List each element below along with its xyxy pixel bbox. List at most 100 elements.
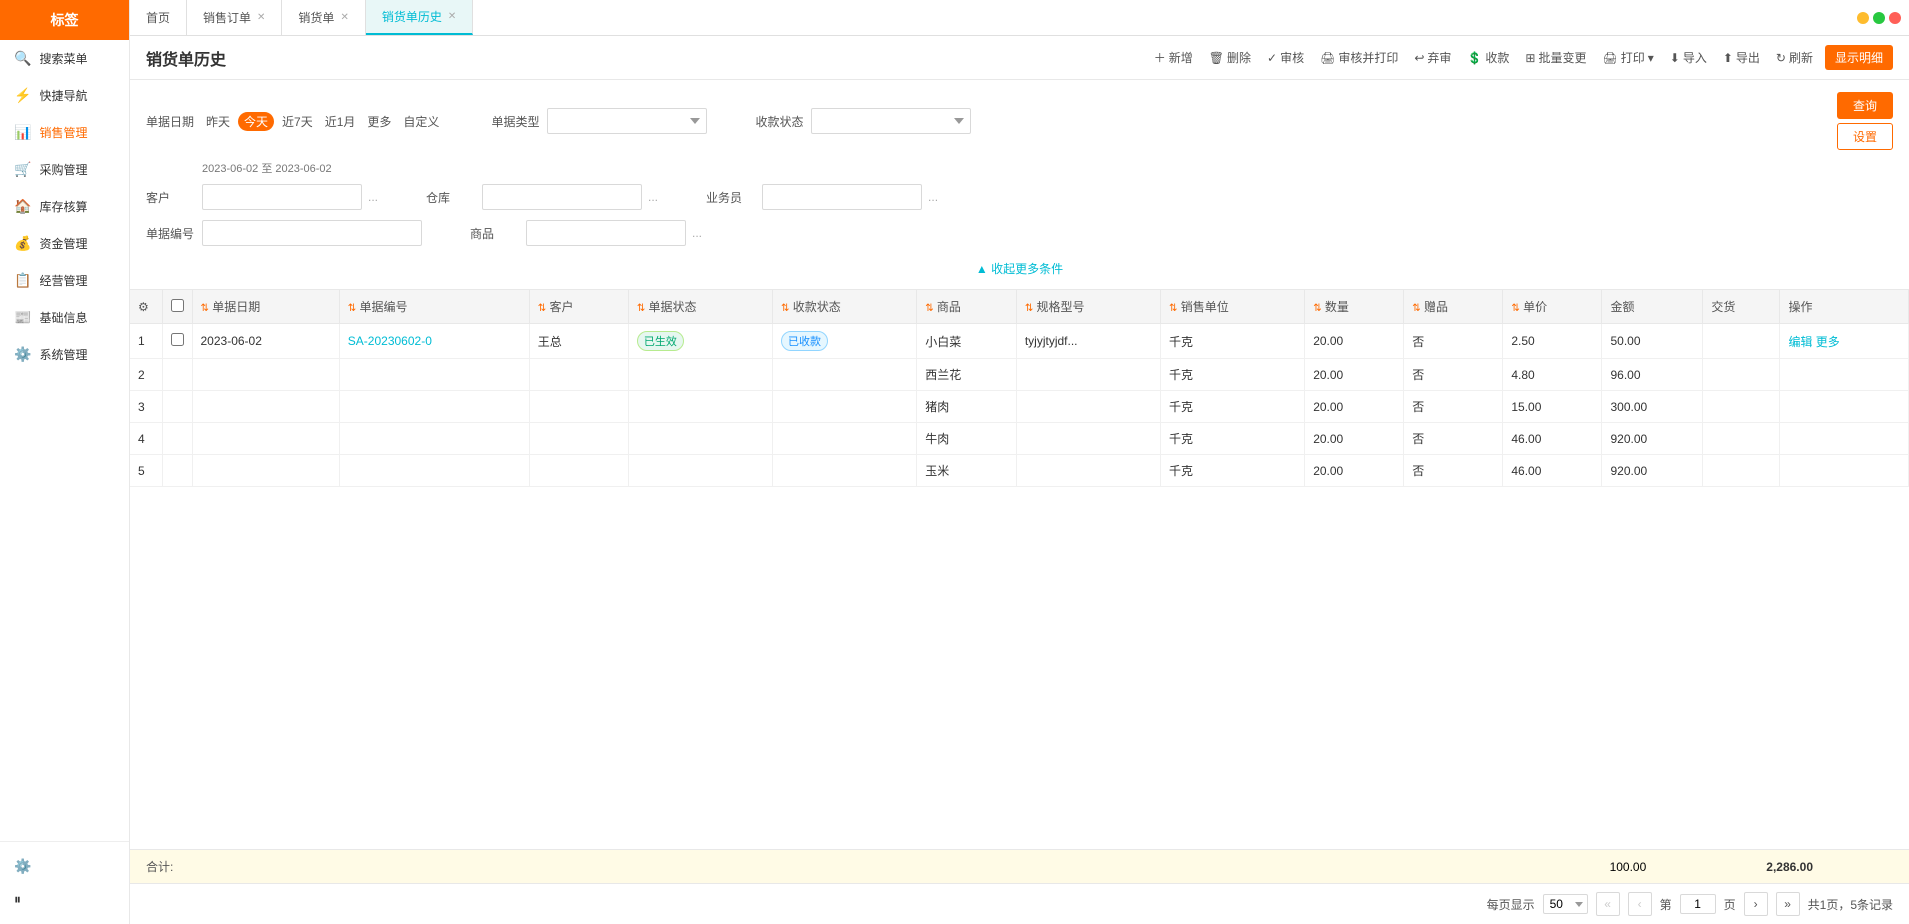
tab-sales-history[interactable]: 销货单历史 ✕ <box>366 0 473 35</box>
col-doc-date[interactable]: ⇅ 单据日期 <box>192 290 339 324</box>
cell-qty: 20.00 <box>1305 455 1404 487</box>
warehouse-dots[interactable]: ... <box>648 190 658 204</box>
cell-doc-no: SA-20230602-0 <box>339 324 529 359</box>
next-page-button[interactable]: › <box>1744 892 1768 916</box>
customer-input[interactable] <box>202 184 362 210</box>
tab-sales-history-label: 销货单历史 <box>382 8 442 25</box>
col-customer[interactable]: ⇅ 客户 <box>529 290 628 324</box>
cell-amount: 920.00 <box>1602 455 1703 487</box>
tab-sales-delivery-close[interactable]: ✕ <box>340 12 348 23</box>
shortcut-more[interactable]: 更多 <box>363 112 395 131</box>
page-input[interactable] <box>1680 894 1716 914</box>
audit-print-button[interactable]: 🖨 审核并打印 <box>1316 47 1402 68</box>
sidebar-item-purchase-mgmt[interactable]: 🛒 采购管理 <box>0 151 129 188</box>
sidebar-item-quick-nav[interactable]: ⚡ 快捷导航 <box>0 77 129 114</box>
shortcut-today[interactable]: 今天 <box>238 112 274 131</box>
print-button[interactable]: 🖨 打印 ▾ <box>1598 47 1657 68</box>
action-link[interactable]: 编辑 <box>1788 335 1812 349</box>
col-doc-no[interactable]: ⇅ 单据编号 <box>339 290 529 324</box>
prev-page-button[interactable]: ‹ <box>1628 892 1652 916</box>
shortcut-custom[interactable]: 自定义 <box>399 112 443 131</box>
cell-gift: 否 <box>1404 391 1503 423</box>
basic-info-icon: 📰 <box>14 309 31 326</box>
col-doc-status[interactable]: ⇅ 单据状态 <box>628 290 772 324</box>
sales-mgmt-icon: 📊 <box>14 124 31 141</box>
first-page-button[interactable]: « <box>1596 892 1620 916</box>
date-label: 单据日期 <box>146 113 196 130</box>
col-settings[interactable]: ⚙ <box>130 290 162 324</box>
finance-icon: 💰 <box>14 235 31 252</box>
delete-button[interactable]: 🗑 删除 <box>1205 47 1255 68</box>
window-maximize[interactable] <box>1873 12 1885 24</box>
window-close[interactable] <box>1889 12 1901 24</box>
sidebar-item-basic-info[interactable]: 📰 基础信息 <box>0 299 129 336</box>
sidebar-item-search-menu[interactable]: 🔍 搜索菜单 <box>0 40 129 77</box>
cell-doc-status <box>628 423 772 455</box>
cell-doc-status <box>628 359 772 391</box>
tab-sales-order[interactable]: 销售订单 ✕ <box>187 0 282 35</box>
import-button[interactable]: ⬇ 导入 <box>1666 47 1711 68</box>
cell-qty: 20.00 <box>1305 359 1404 391</box>
tab-sales-order-close[interactable]: ✕ <box>257 12 265 23</box>
batch-change-button[interactable]: ⊞ 批量变更 <box>1521 47 1590 68</box>
sidebar-bottom-settings[interactable]: ⚙️ <box>0 850 129 883</box>
cell-sales-unit: 千克 <box>1161 423 1305 455</box>
shortcut-1month[interactable]: 近1月 <box>321 112 360 131</box>
col-sales-unit[interactable]: ⇅ 销售单位 <box>1161 290 1305 324</box>
customer-dots[interactable]: ... <box>368 190 378 204</box>
show-detail-button[interactable]: 显示明细 <box>1825 45 1893 70</box>
abandon-button[interactable]: ↩ 弃审 <box>1410 47 1455 68</box>
col-gift[interactable]: ⇅ 赠品 <box>1404 290 1503 324</box>
col-unit-price[interactable]: ⇅ 单价 <box>1503 290 1602 324</box>
action-link[interactable]: 更多 <box>1816 335 1840 349</box>
page-info-page: 页 <box>1724 896 1736 913</box>
tab-sales-delivery[interactable]: 销货单 ✕ <box>282 0 365 35</box>
refresh-button[interactable]: ↻ 刷新 <box>1772 47 1817 68</box>
print-dropdown-icon: ▾ <box>1648 51 1654 65</box>
col-spec[interactable]: ⇅ 规格型号 <box>1016 290 1160 324</box>
doc-no-link[interactable]: SA-20230602-0 <box>348 334 432 348</box>
sort-icon-qty: ⇅ <box>1313 303 1321 314</box>
window-minimize[interactable] <box>1857 12 1869 24</box>
goods-input[interactable] <box>526 220 686 246</box>
cell-payment-status <box>773 423 917 455</box>
export-button[interactable]: ⬆ 导出 <box>1719 47 1764 68</box>
row-checkbox[interactable] <box>171 333 184 346</box>
page-title: 销货单历史 <box>146 46 226 70</box>
doc-type-select[interactable] <box>547 108 707 134</box>
set-button[interactable]: 设置 <box>1837 123 1893 150</box>
sidebar-item-sys-mgmt[interactable]: ⚙️ 系统管理 <box>0 336 129 373</box>
sidebar-item-sales-mgmt[interactable]: 📊 销售管理 <box>0 114 129 151</box>
sidebar-bottom-toggle[interactable]: ⏸ <box>0 883 129 916</box>
new-button[interactable]: ＋ 新增 <box>1150 47 1197 68</box>
filter-date: 单据日期 昨天 今天 近7天 近1月 更多 自定义 <box>146 112 443 131</box>
sort-icon-gift: ⇅ <box>1412 303 1420 314</box>
audit-button[interactable]: ✓ 审核 <box>1263 47 1308 68</box>
import-label: 导入 <box>1683 49 1707 66</box>
query-button[interactable]: 查询 <box>1837 92 1893 119</box>
shortcut-yesterday[interactable]: 昨天 <box>202 112 234 131</box>
total-records: 共1页，5条记录 <box>1808 896 1893 913</box>
payment-status-select[interactable] <box>811 108 971 134</box>
col-goods[interactable]: ⇅ 商品 <box>917 290 1017 324</box>
col-qty[interactable]: ⇅ 数量 <box>1305 290 1404 324</box>
page-size-select[interactable]: 50 10 20 100 <box>1543 894 1588 914</box>
salesperson-input[interactable] <box>762 184 922 210</box>
tab-home[interactable]: 首页 <box>130 0 187 35</box>
doc-no-input[interactable] <box>202 220 422 246</box>
collapse-label: ▲ 收起更多条件 <box>976 262 1063 276</box>
warehouse-input[interactable] <box>482 184 642 210</box>
tab-sales-history-close[interactable]: ✕ <box>448 11 456 22</box>
shortcut-7days[interactable]: 近7天 <box>278 112 317 131</box>
salesperson-dots[interactable]: ... <box>928 190 938 204</box>
salesperson-label: 业务员 <box>706 189 756 206</box>
sidebar-item-operations[interactable]: 📋 经营管理 <box>0 262 129 299</box>
collapse-row[interactable]: ▲ 收起更多条件 <box>146 256 1893 277</box>
col-payment-status[interactable]: ⇅ 收款状态 <box>773 290 917 324</box>
sidebar-item-finance[interactable]: 💰 资金管理 <box>0 225 129 262</box>
select-all-checkbox[interactable] <box>171 299 184 312</box>
sidebar-item-inventory[interactable]: 🏠 库存核算 <box>0 188 129 225</box>
collect-button[interactable]: 💲 收款 <box>1463 47 1513 68</box>
goods-dots[interactable]: ... <box>692 226 702 240</box>
last-page-button[interactable]: » <box>1776 892 1800 916</box>
